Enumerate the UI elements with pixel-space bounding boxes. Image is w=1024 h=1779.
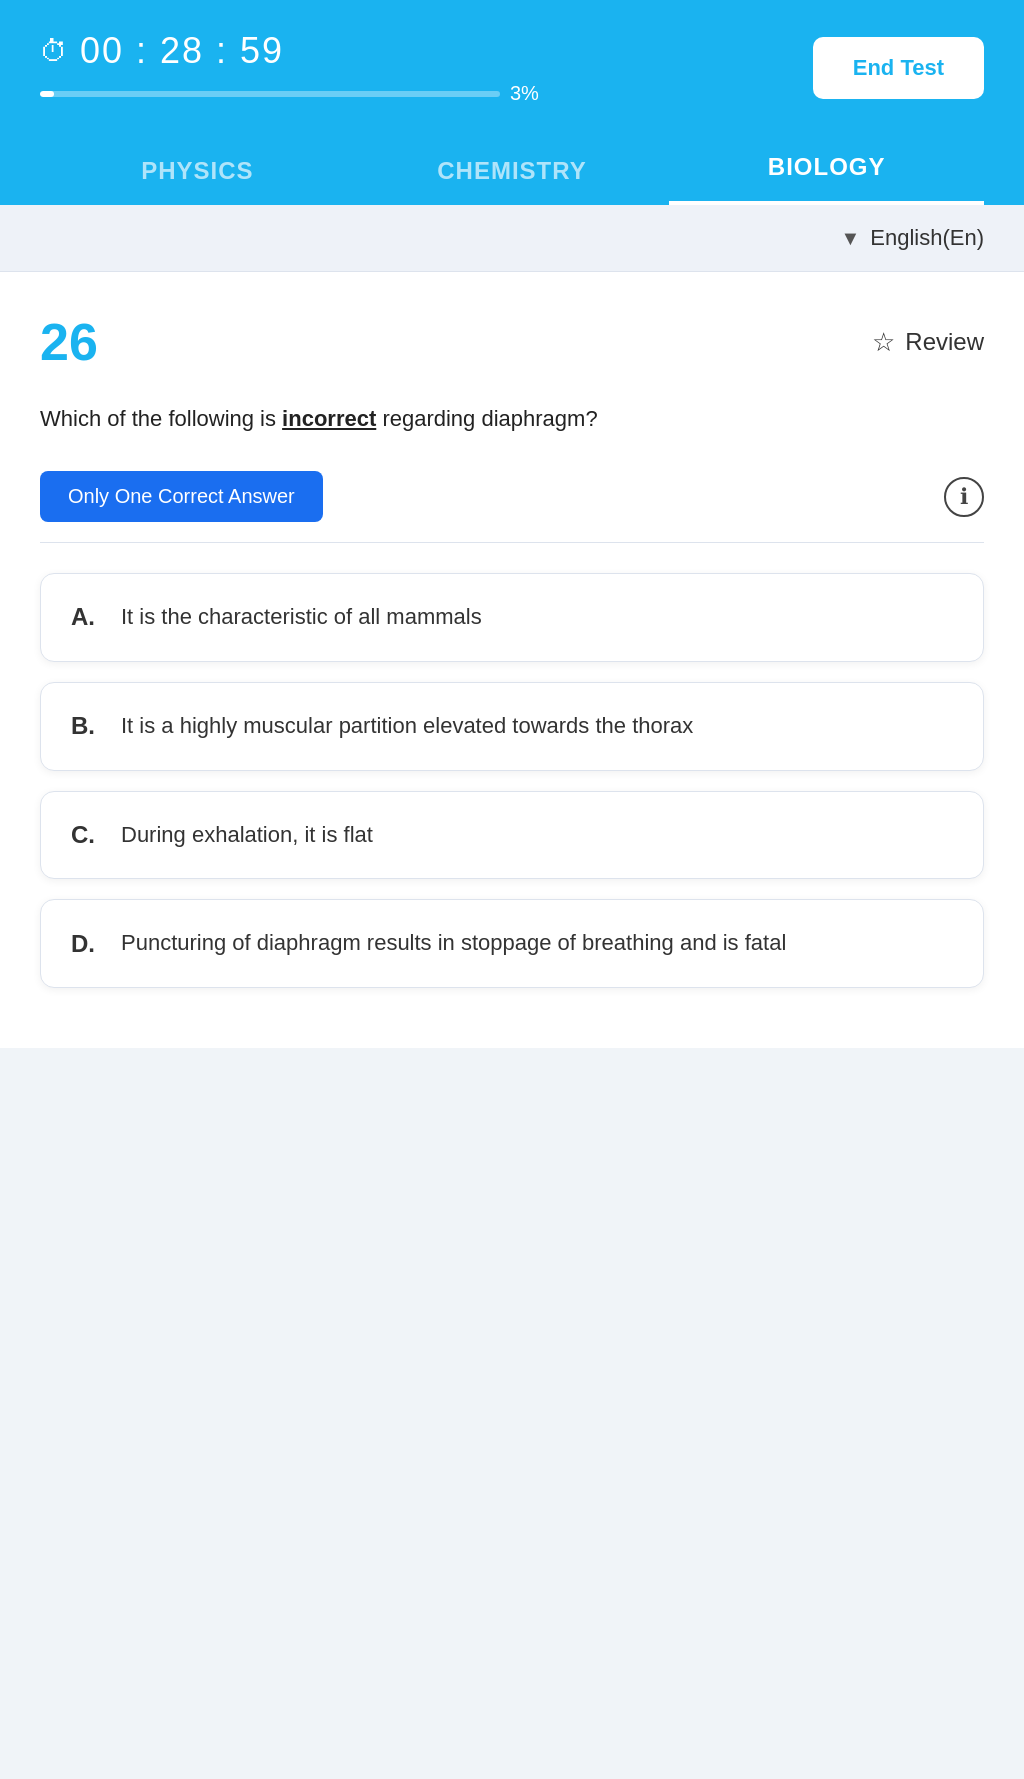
question-header: 26 ☆ Review <box>40 312 984 372</box>
info-icon[interactable]: ℹ <box>944 477 984 517</box>
answer-type-row: Only One Correct Answer ℹ <box>40 471 984 522</box>
header: ⏱ 00 : 28 : 59 3% End Test PHYSICS CHEMI… <box>0 0 1024 205</box>
language-bar: ▼ English(En) <box>0 205 1024 272</box>
progress-percent: 3% <box>510 82 539 105</box>
question-number: 26 <box>40 312 98 372</box>
star-icon: ☆ <box>872 327 895 358</box>
end-test-button[interactable]: End Test <box>813 37 984 99</box>
language-selector[interactable]: ▼ English(En) <box>840 225 984 251</box>
option-a-text: It is the characteristic of all mammals <box>121 602 482 633</box>
question-text-prefix: Which of the following is <box>40 406 282 431</box>
option-d-text: Puncturing of diaphragm results in stopp… <box>121 928 786 959</box>
option-c-text: During exhalation, it is flat <box>121 820 373 851</box>
option-c[interactable]: C. During exhalation, it is flat <box>40 791 984 880</box>
chevron-down-icon: ▼ <box>840 227 860 250</box>
main-content: 26 ☆ Review Which of the following is in… <box>0 272 1024 1048</box>
divider <box>40 542 984 543</box>
option-a-letter: A. <box>71 603 121 631</box>
tab-biology[interactable]: BIOLOGY <box>669 135 984 205</box>
question-text: Which of the following is incorrect rega… <box>40 402 984 435</box>
timer-section: ⏱ 00 : 28 : 59 3% <box>40 30 539 105</box>
option-b-letter: B. <box>71 712 121 740</box>
progress-row: 3% <box>40 82 539 105</box>
tab-physics[interactable]: PHYSICS <box>40 139 355 205</box>
option-d[interactable]: D. Puncturing of diaphragm results in st… <box>40 899 984 988</box>
option-d-letter: D. <box>71 930 121 958</box>
progress-bar-fill <box>40 91 54 97</box>
question-text-suffix: regarding diaphragm? <box>376 406 597 431</box>
timer-icon: ⏱ <box>40 35 68 68</box>
timer-display: 00 : 28 : 59 <box>80 30 284 72</box>
option-b[interactable]: B. It is a highly muscular partition ele… <box>40 682 984 771</box>
timer-row: ⏱ 00 : 28 : 59 <box>40 30 539 72</box>
language-label: English(En) <box>870 225 984 251</box>
tab-chemistry[interactable]: CHEMISTRY <box>355 139 670 205</box>
header-top: ⏱ 00 : 28 : 59 3% End Test <box>40 0 984 125</box>
review-button[interactable]: ☆ Review <box>872 327 984 358</box>
option-a[interactable]: A. It is the characteristic of all mamma… <box>40 573 984 662</box>
progress-bar-bg <box>40 91 500 97</box>
subject-tabs: PHYSICS CHEMISTRY BIOLOGY <box>40 125 984 205</box>
review-label: Review <box>905 328 984 356</box>
option-b-text: It is a highly muscular partition elevat… <box>121 711 693 742</box>
answer-type-badge[interactable]: Only One Correct Answer <box>40 471 323 522</box>
question-text-bold: incorrect <box>282 406 376 431</box>
options-list: A. It is the characteristic of all mamma… <box>40 573 984 988</box>
option-c-letter: C. <box>71 821 121 849</box>
